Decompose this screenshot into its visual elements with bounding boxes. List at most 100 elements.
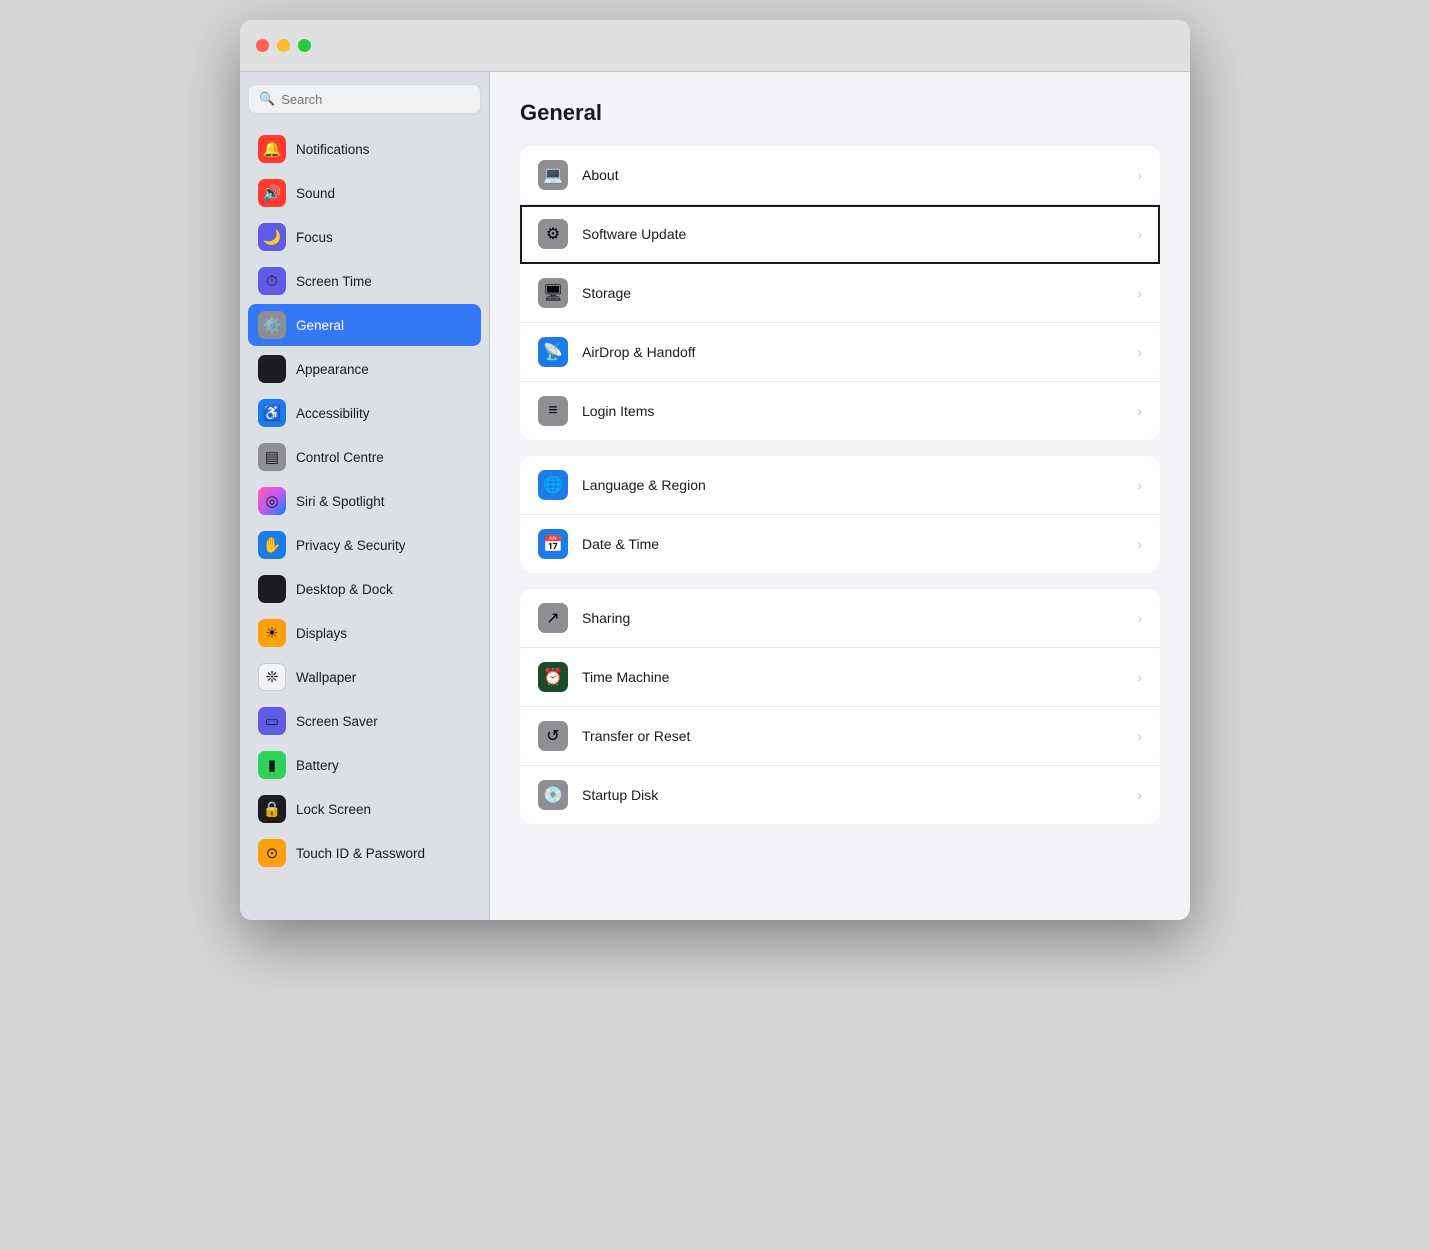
touchid-label: Touch ID & Password: [296, 846, 425, 861]
accessibility-icon: ♿: [258, 399, 286, 427]
controlcentre-icon: ▤: [258, 443, 286, 471]
appearance-label: Appearance: [296, 362, 369, 377]
row-loginitems[interactable]: ≡ Login Items›: [520, 382, 1160, 440]
row-transfer[interactable]: ↺Transfer or Reset›: [520, 707, 1160, 766]
main-layout: 🔍 🔔Notifications 🔊 Sound 🌙 Focus ⏱ Screen Time…: [240, 72, 1190, 920]
language-row-label: Language & Region: [582, 477, 1137, 493]
loginitems-row-icon: ≡: [538, 396, 568, 426]
system-preferences-window: 🔍 🔔Notifications 🔊 Sound 🌙 Focus ⏱ Screen Time…: [240, 20, 1190, 920]
battery-icon: ▮: [258, 751, 286, 779]
sidebar-item-battery[interactable]: ▮ Battery: [248, 744, 481, 786]
sidebar-item-desktop[interactable]: ▬Desktop & Dock: [248, 568, 481, 610]
sidebar-item-focus[interactable]: 🌙 Focus: [248, 216, 481, 258]
sidebar-item-appearance[interactable]: ◑ Appearance: [248, 348, 481, 390]
section-section1: 💻About›⚙Software Update›🖥Storage›📡AirDro…: [520, 146, 1160, 440]
sidebar-item-touchid[interactable]: ⊙ Touch ID & Password: [248, 832, 481, 874]
sharing-row-icon: ↗: [538, 603, 568, 633]
minimize-button[interactable]: [277, 39, 290, 52]
timemachine-row-icon: ⏰: [538, 662, 568, 692]
wallpaper-label: Wallpaper: [296, 670, 356, 685]
sidebar-item-screensaver[interactable]: ▭Screen Saver: [248, 700, 481, 742]
accessibility-label: Accessibility: [296, 406, 370, 421]
title-bar: [240, 20, 1190, 72]
sidebar-item-accessibility[interactable]: ♿ Accessibility: [248, 392, 481, 434]
search-bar[interactable]: 🔍: [248, 84, 481, 114]
displays-label: Displays: [296, 626, 347, 641]
touchid-icon: ⊙: [258, 839, 286, 867]
timemachine-chevron-icon: ›: [1137, 669, 1142, 685]
battery-label: Battery: [296, 758, 339, 773]
sidebar-item-sound[interactable]: 🔊 Sound: [248, 172, 481, 214]
row-datetime[interactable]: 📅 Date & Time›: [520, 515, 1160, 573]
close-button[interactable]: [256, 39, 269, 52]
datetime-row-icon: 📅: [538, 529, 568, 559]
sound-label: Sound: [296, 186, 335, 201]
sidebar-item-displays[interactable]: ☀Displays: [248, 612, 481, 654]
transfer-chevron-icon: ›: [1137, 728, 1142, 744]
sidebar-item-lockscreen[interactable]: 🔒 Lock Screen: [248, 788, 481, 830]
storage-row-icon: 🖥: [538, 278, 568, 308]
screensaver-icon: ▭: [258, 707, 286, 735]
softwareupdate-chevron-icon: ›: [1137, 226, 1142, 242]
softwareupdate-row-label: Software Update: [582, 226, 1137, 242]
storage-row-label: Storage: [582, 285, 1137, 301]
search-icon: 🔍: [259, 91, 275, 107]
controlcentre-label: Control Centre: [296, 450, 384, 465]
startup-row-label: Startup Disk: [582, 787, 1137, 803]
content-panel: General 💻About›⚙Software Update›🖥Storage…: [490, 72, 1190, 920]
about-chevron-icon: ›: [1137, 167, 1142, 183]
transfer-row-icon: ↺: [538, 721, 568, 751]
sidebar-item-screentime[interactable]: ⏱ Screen Time: [248, 260, 481, 302]
general-label: General: [296, 318, 344, 333]
sidebar-item-siri[interactable]: ◎ Siri & Spotlight: [248, 480, 481, 522]
row-timemachine[interactable]: ⏰Time Machine›: [520, 648, 1160, 707]
general-icon: ⚙️: [258, 311, 286, 339]
privacy-icon: ✋: [258, 531, 286, 559]
wallpaper-icon: ❊: [258, 663, 286, 691]
loginitems-row-label: Login Items: [582, 403, 1137, 419]
sound-icon: 🔊: [258, 179, 286, 207]
siri-label: Siri & Spotlight: [296, 494, 385, 509]
screentime-label: Screen Time: [296, 274, 372, 289]
focus-icon: 🌙: [258, 223, 286, 251]
traffic-lights: [256, 39, 311, 52]
appearance-icon: ◑: [258, 355, 286, 383]
sidebar-item-general[interactable]: ⚙️ General: [248, 304, 481, 346]
row-language[interactable]: 🌐Language & Region›: [520, 456, 1160, 515]
content-sections: 💻About›⚙Software Update›🖥Storage›📡AirDro…: [520, 146, 1160, 824]
sharing-row-label: Sharing: [582, 610, 1137, 626]
maximize-button[interactable]: [298, 39, 311, 52]
datetime-chevron-icon: ›: [1137, 536, 1142, 552]
row-sharing[interactable]: ↗ Sharing›: [520, 589, 1160, 648]
language-row-icon: 🌐: [538, 470, 568, 500]
row-softwareupdate[interactable]: ⚙ Software Update›: [520, 205, 1160, 264]
airdrop-row-label: AirDrop & Handoff: [582, 344, 1137, 360]
section-section2: 🌐 Language & Region ›📅 Date & Time›: [520, 456, 1160, 573]
sidebar-items-container: 🔔Notifications 🔊 Sound 🌙 Focus ⏱ Screen Time ⚙️…: [248, 128, 481, 876]
lockscreen-label: Lock Screen: [296, 802, 371, 817]
softwareupdate-row-icon: ⚙: [538, 219, 568, 249]
about-row-label: About: [582, 167, 1137, 183]
sidebar: 🔍 🔔Notifications 🔊 Sound 🌙 Focus ⏱ Screen Time…: [240, 72, 490, 920]
sidebar-item-wallpaper[interactable]: ❊ Wallpaper: [248, 656, 481, 698]
sharing-chevron-icon: ›: [1137, 610, 1142, 626]
lockscreen-icon: 🔒: [258, 795, 286, 823]
storage-chevron-icon: ›: [1137, 285, 1142, 301]
sidebar-item-controlcentre[interactable]: ▤ Control Centre: [248, 436, 481, 478]
section-section3: ↗Sharing›⏰Time Machine›↺Transfer or Rese…: [520, 589, 1160, 824]
airdrop-chevron-icon: ›: [1137, 344, 1142, 360]
search-input[interactable]: [281, 92, 470, 107]
sidebar-item-privacy[interactable]: ✋Privacy & Security: [248, 524, 481, 566]
row-startup[interactable]: 💿Startup Disk›: [520, 766, 1160, 824]
desktop-label: Desktop & Dock: [296, 582, 393, 597]
notifications-icon: 🔔: [258, 135, 286, 163]
focus-label: Focus: [296, 230, 333, 245]
sidebar-item-notifications[interactable]: 🔔Notifications: [248, 128, 481, 170]
row-storage[interactable]: 🖥 Storage›: [520, 264, 1160, 323]
siri-icon: ◎: [258, 487, 286, 515]
row-airdrop[interactable]: 📡AirDrop & Handoff›: [520, 323, 1160, 382]
row-about[interactable]: 💻About›: [520, 146, 1160, 205]
datetime-row-label: Date & Time: [582, 536, 1137, 552]
loginitems-chevron-icon: ›: [1137, 403, 1142, 419]
screentime-icon: ⏱: [258, 267, 286, 295]
